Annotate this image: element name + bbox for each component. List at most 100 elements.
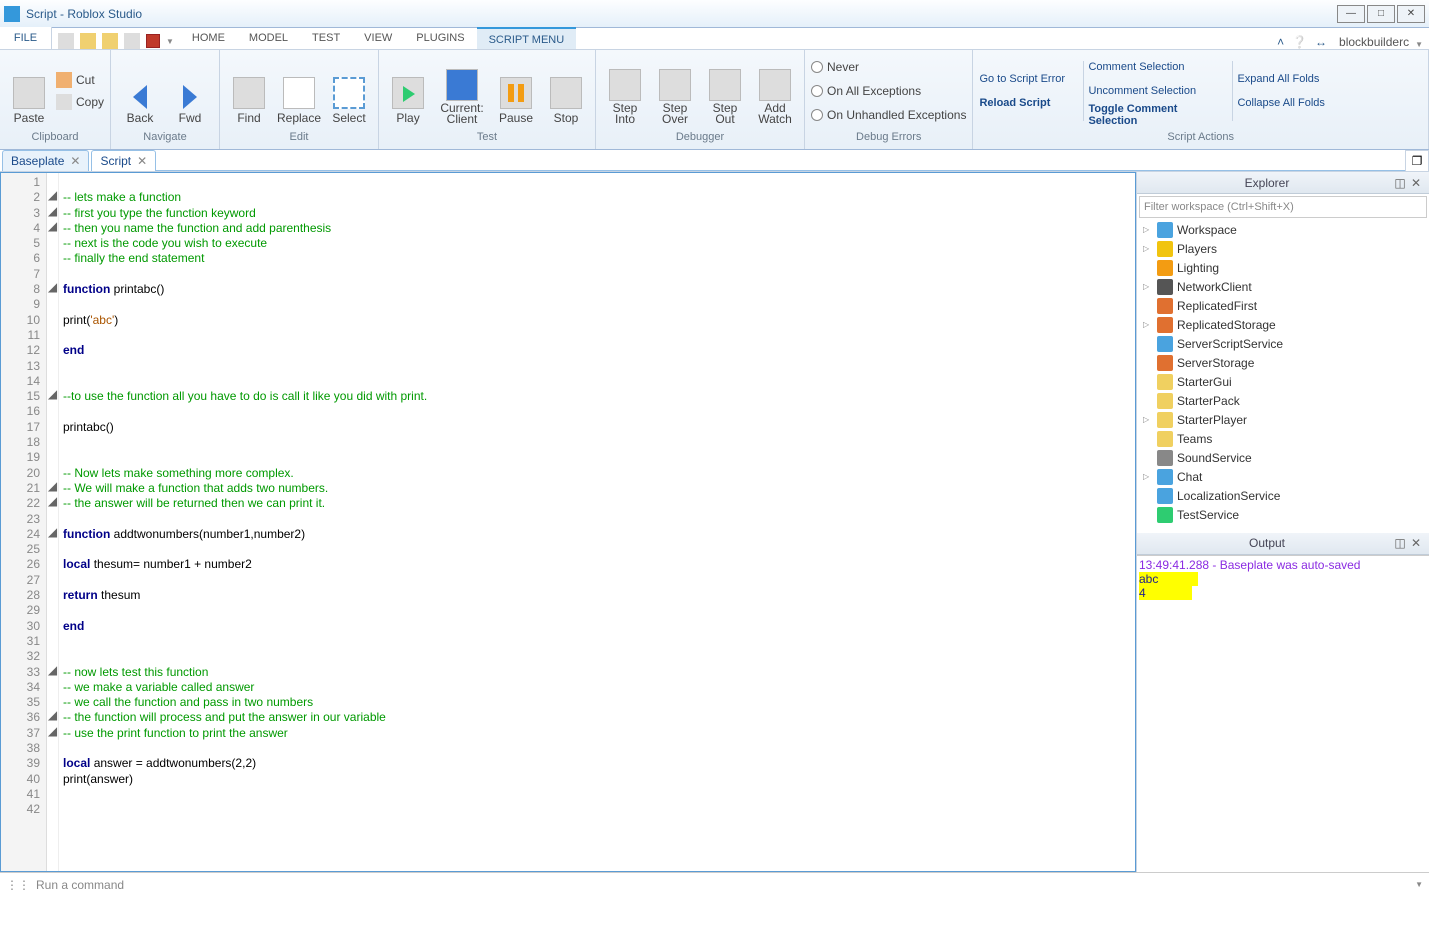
close-panel-icon[interactable]: ✕ bbox=[1409, 176, 1423, 190]
arrow-right-icon bbox=[183, 85, 197, 109]
save-icon[interactable] bbox=[124, 33, 140, 49]
tree-item-replicatedstorage[interactable]: ▷ReplicatedStorage bbox=[1137, 315, 1429, 334]
undo-icon[interactable] bbox=[80, 33, 96, 49]
step-over-button[interactable]: Step Over bbox=[652, 53, 698, 129]
restore-view-icon[interactable]: ❐ bbox=[1405, 150, 1429, 171]
username-label[interactable]: blockbuilderc bbox=[1333, 35, 1415, 49]
tree-item-lighting[interactable]: Lighting bbox=[1137, 258, 1429, 277]
play-button[interactable]: Play bbox=[385, 53, 431, 129]
new-icon[interactable] bbox=[58, 33, 74, 49]
paste-button[interactable]: Paste bbox=[6, 53, 52, 129]
output-line: 13:49:41.288 - Baseplate was auto-saved bbox=[1139, 558, 1427, 572]
tree-item-starterplayer[interactable]: ▷StarterPlayer bbox=[1137, 410, 1429, 429]
fwd-button[interactable]: Fwd bbox=[167, 53, 213, 129]
tab-scriptmenu[interactable]: SCRIPT MENU bbox=[477, 27, 577, 49]
cut-button[interactable]: Cut bbox=[56, 70, 104, 90]
expand-folds[interactable]: Expand All Folds bbox=[1237, 69, 1347, 89]
tab-baseplate[interactable]: Baseplate✕ bbox=[2, 150, 89, 171]
step-into-button[interactable]: Step Into bbox=[602, 53, 648, 129]
never-radio[interactable]: Never bbox=[811, 57, 966, 77]
tab-test[interactable]: TEST bbox=[300, 27, 352, 49]
stop-icon bbox=[550, 77, 582, 109]
output-line: abc bbox=[1139, 572, 1198, 586]
navigate-group-label: Navigate bbox=[111, 131, 219, 149]
stop-qat-icon[interactable] bbox=[146, 34, 160, 48]
undock-icon[interactable]: ◫ bbox=[1393, 176, 1407, 190]
tree-item-startergui[interactable]: StarterGui bbox=[1137, 372, 1429, 391]
debug-errors-group-label: Debug Errors bbox=[805, 131, 972, 149]
tree-item-localizationservice[interactable]: LocalizationService bbox=[1137, 486, 1429, 505]
code-area[interactable]: -- lets make a function-- first you type… bbox=[59, 173, 1135, 871]
redo-icon[interactable] bbox=[102, 33, 118, 49]
reload-script[interactable]: Reload Script bbox=[979, 93, 1079, 113]
script-actions-group-label: Script Actions bbox=[973, 131, 1428, 149]
window-title: Script - Roblox Studio bbox=[26, 7, 1337, 21]
tree-item-starterpack[interactable]: StarterPack bbox=[1137, 391, 1429, 410]
output-line: 4 bbox=[1139, 586, 1192, 600]
arrow-left-icon bbox=[133, 85, 147, 109]
tree-item-players[interactable]: ▷Players bbox=[1137, 239, 1429, 258]
close-tab-icon[interactable]: ✕ bbox=[70, 154, 80, 168]
minimize-button[interactable]: — bbox=[1337, 5, 1365, 23]
code-editor[interactable]: 1234567891011121314151617181920212223242… bbox=[0, 172, 1136, 872]
line-gutter: 1234567891011121314151617181920212223242… bbox=[1, 173, 47, 871]
share-icon[interactable]: ↔ bbox=[1315, 35, 1327, 49]
test-group-label: Test bbox=[379, 131, 595, 149]
goto-script-error[interactable]: Go to Script Error bbox=[979, 69, 1079, 89]
up-arrow-icon[interactable]: ˄ bbox=[1277, 35, 1284, 49]
tree-item-workspace[interactable]: ▷Workspace bbox=[1137, 220, 1429, 239]
stop-button[interactable]: Stop bbox=[543, 53, 589, 129]
tree-item-soundservice[interactable]: SoundService bbox=[1137, 448, 1429, 467]
tree-item-replicatedfirst[interactable]: ReplicatedFirst bbox=[1137, 296, 1429, 315]
debugger-group-label: Debugger bbox=[596, 131, 804, 149]
ribbon: Paste Cut Copy Clipboard Back Fwd Naviga… bbox=[0, 50, 1429, 150]
binoculars-icon bbox=[233, 77, 265, 109]
play-icon bbox=[392, 77, 424, 109]
comment-selection[interactable]: Comment Selection bbox=[1088, 57, 1228, 77]
all-exceptions-radio[interactable]: On All Exceptions bbox=[811, 81, 966, 101]
unhandled-radio[interactable]: On Unhandled Exceptions bbox=[811, 105, 966, 125]
monitor-icon bbox=[446, 69, 478, 101]
step-out-button[interactable]: Step Out bbox=[702, 53, 748, 129]
tree-item-networkclient[interactable]: ▷NetworkClient bbox=[1137, 277, 1429, 296]
clipboard-group-label: Clipboard bbox=[0, 131, 110, 149]
collapse-folds[interactable]: Collapse All Folds bbox=[1237, 93, 1347, 113]
close-tab-icon[interactable]: ✕ bbox=[137, 154, 147, 168]
explorer-tree[interactable]: ▷Workspace▷PlayersLighting▷NetworkClient… bbox=[1137, 220, 1429, 533]
close-panel-icon[interactable]: ✕ bbox=[1409, 536, 1423, 550]
pause-button[interactable]: Pause bbox=[493, 53, 539, 129]
fold-column[interactable]: ◢◢◢◢◢◢◢◢◢◢◢ bbox=[47, 173, 59, 871]
file-menu[interactable]: FILE bbox=[0, 27, 52, 49]
undock-icon[interactable]: ◫ bbox=[1393, 536, 1407, 550]
tab-script[interactable]: Script✕ bbox=[91, 150, 156, 171]
command-bar[interactable]: ⋮⋮ Run a command ▼ bbox=[0, 872, 1429, 896]
tab-view[interactable]: VIEW bbox=[352, 27, 404, 49]
uncomment-selection[interactable]: Uncomment Selection bbox=[1088, 81, 1228, 101]
tab-home[interactable]: HOME bbox=[180, 27, 237, 49]
tree-item-testservice[interactable]: TestService bbox=[1137, 505, 1429, 524]
tree-item-teams[interactable]: Teams bbox=[1137, 429, 1429, 448]
back-button[interactable]: Back bbox=[117, 53, 163, 129]
toggle-comment[interactable]: Toggle Comment Selection bbox=[1088, 105, 1228, 125]
maximize-button[interactable]: □ bbox=[1367, 5, 1395, 23]
close-button[interactable]: ✕ bbox=[1397, 5, 1425, 23]
replace-button[interactable]: Replace bbox=[276, 53, 322, 129]
tree-item-serverstorage[interactable]: ServerStorage bbox=[1137, 353, 1429, 372]
find-button[interactable]: Find bbox=[226, 53, 272, 129]
explorer-filter-input[interactable]: Filter workspace (Ctrl+Shift+X) bbox=[1139, 196, 1427, 218]
tree-item-chat[interactable]: ▷Chat bbox=[1137, 467, 1429, 486]
current-client-button[interactable]: Current: Client bbox=[435, 53, 489, 129]
pause-icon bbox=[500, 77, 532, 109]
title-bar: Script - Roblox Studio — □ ✕ bbox=[0, 0, 1429, 28]
app-logo-icon bbox=[4, 6, 20, 22]
help-icon[interactable]: ❔ bbox=[1292, 35, 1307, 49]
tab-model[interactable]: MODEL bbox=[237, 27, 300, 49]
copy-button[interactable]: Copy bbox=[56, 92, 104, 112]
document-tabs: Baseplate✕ Script✕ ❐ bbox=[0, 150, 1429, 172]
output-body[interactable]: 13:49:41.288 - Baseplate was auto-saved … bbox=[1137, 555, 1429, 873]
edit-group-label: Edit bbox=[220, 131, 378, 149]
tree-item-serverscriptservice[interactable]: ServerScriptService bbox=[1137, 334, 1429, 353]
add-watch-button[interactable]: Add Watch bbox=[752, 53, 798, 129]
tab-plugins[interactable]: PLUGINS bbox=[404, 27, 476, 49]
select-button[interactable]: Select bbox=[326, 53, 372, 129]
